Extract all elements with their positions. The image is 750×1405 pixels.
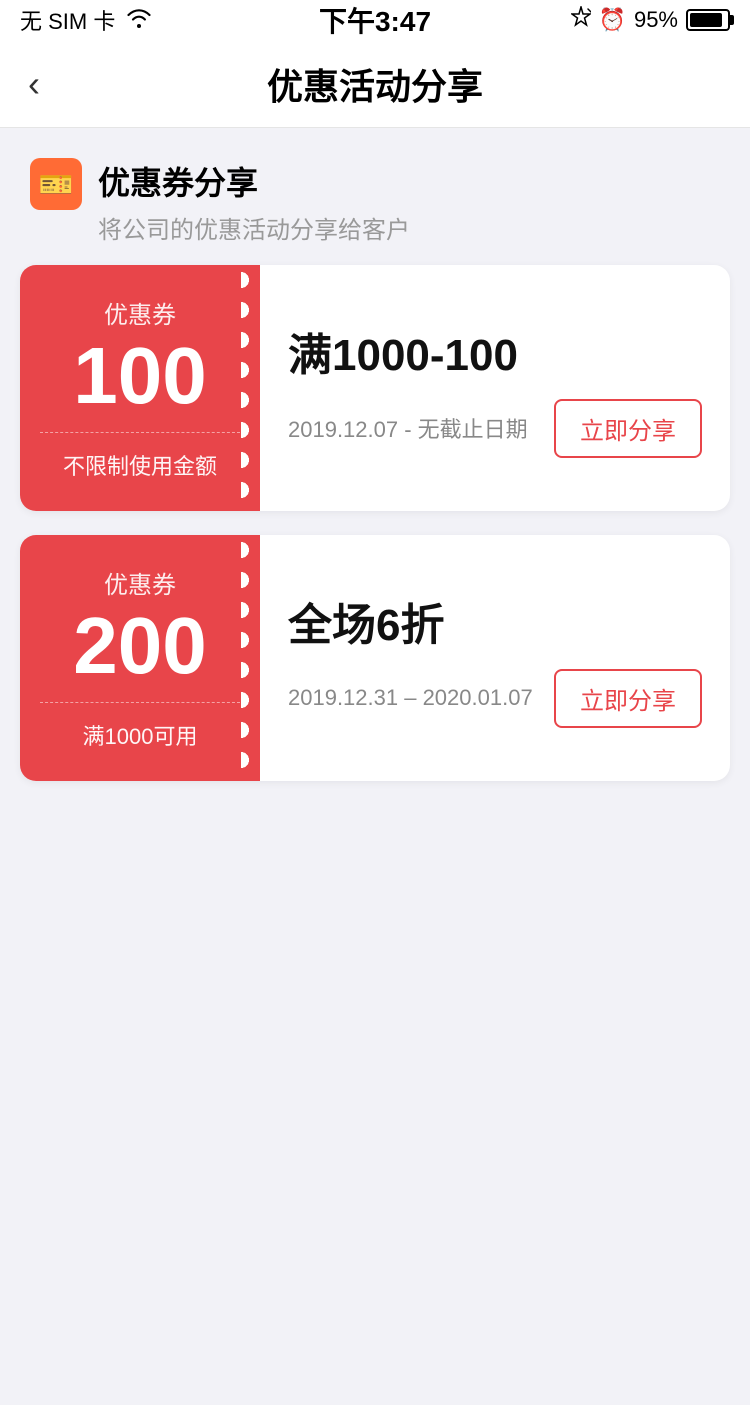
coupon-date-0: 2019.12.07 - 无截止日期 bbox=[288, 412, 538, 444]
nav-bar: ‹ 优惠活动分享 bbox=[0, 40, 750, 128]
status-bar: 无 SIM 卡 下午3:47 ⏰ 95% bbox=[0, 0, 750, 40]
status-right: ⏰ 95% bbox=[571, 6, 730, 34]
carrier-text: 无 SIM 卡 bbox=[20, 4, 115, 36]
coupon-divider-0 bbox=[40, 432, 240, 433]
coupon-condition-0: 不限制使用金额 bbox=[63, 449, 217, 481]
coupon-card: 优惠券 200 满1000可用 全场6折 2019.12.31 – 2020.0… bbox=[20, 535, 730, 781]
coupon-name-0: 满1000-100 bbox=[288, 319, 702, 383]
coupon-right-0: 满1000-100 2019.12.07 - 无截止日期 立即分享 bbox=[260, 265, 730, 511]
coupon-left-0: 优惠券 100 不限制使用金额 bbox=[20, 265, 260, 511]
share-button-1[interactable]: 立即分享 bbox=[554, 669, 702, 728]
coupon-card: 优惠券 100 不限制使用金额 满1000-100 2019.12.07 - 无… bbox=[20, 265, 730, 511]
coupon-label-1: 优惠券 bbox=[104, 565, 176, 600]
battery-percent: 95% bbox=[634, 7, 678, 33]
empty-area bbox=[0, 805, 750, 1405]
coupon-condition-1: 满1000可用 bbox=[83, 719, 198, 751]
coupon-date-1: 2019.12.31 – 2020.01.07 bbox=[288, 685, 538, 711]
section-header: 🎫 优惠券分享 将公司的优惠活动分享给客户 bbox=[0, 128, 750, 265]
page-title: 优惠活动分享 bbox=[267, 58, 483, 110]
coupon-left-inner-1: 优惠券 200 满1000可用 bbox=[40, 565, 240, 751]
battery-icon bbox=[686, 9, 730, 31]
coupon-meta-0: 2019.12.07 - 无截止日期 立即分享 bbox=[288, 399, 702, 458]
wifi-icon bbox=[125, 6, 153, 34]
coupon-amount-0: 100 bbox=[73, 336, 206, 416]
coupon-amount-1: 200 bbox=[73, 606, 206, 686]
coupon-name-1: 全场6折 bbox=[288, 589, 702, 653]
coupon-meta-1: 2019.12.31 – 2020.01.07 立即分享 bbox=[288, 669, 702, 728]
location-icon bbox=[571, 6, 591, 34]
section-text-group: 优惠券分享 将公司的优惠活动分享给客户 bbox=[98, 158, 410, 245]
status-time: 下午3:47 bbox=[319, 0, 431, 40]
coupon-left-1: 优惠券 200 满1000可用 bbox=[20, 535, 260, 781]
alarm-icon: ⏰ bbox=[599, 7, 626, 33]
coupon-list: 优惠券 100 不限制使用金额 满1000-100 2019.12.07 - 无… bbox=[0, 265, 750, 805]
coupon-label-0: 优惠券 bbox=[104, 295, 176, 330]
coupon-right-1: 全场6折 2019.12.31 – 2020.01.07 立即分享 bbox=[260, 535, 730, 781]
share-button-0[interactable]: 立即分享 bbox=[554, 399, 702, 458]
coupon-left-inner-0: 优惠券 100 不限制使用金额 bbox=[40, 295, 240, 481]
battery-fill bbox=[690, 13, 722, 27]
section-title: 优惠券分享 bbox=[98, 158, 410, 204]
status-left: 无 SIM 卡 bbox=[20, 4, 153, 36]
section-subtitle: 将公司的优惠活动分享给客户 bbox=[98, 210, 410, 245]
back-button[interactable]: ‹ bbox=[28, 63, 40, 105]
section-icon-emoji: 🎫 bbox=[39, 168, 74, 201]
coupon-divider-1 bbox=[40, 702, 240, 703]
section-icon: 🎫 bbox=[30, 158, 82, 210]
